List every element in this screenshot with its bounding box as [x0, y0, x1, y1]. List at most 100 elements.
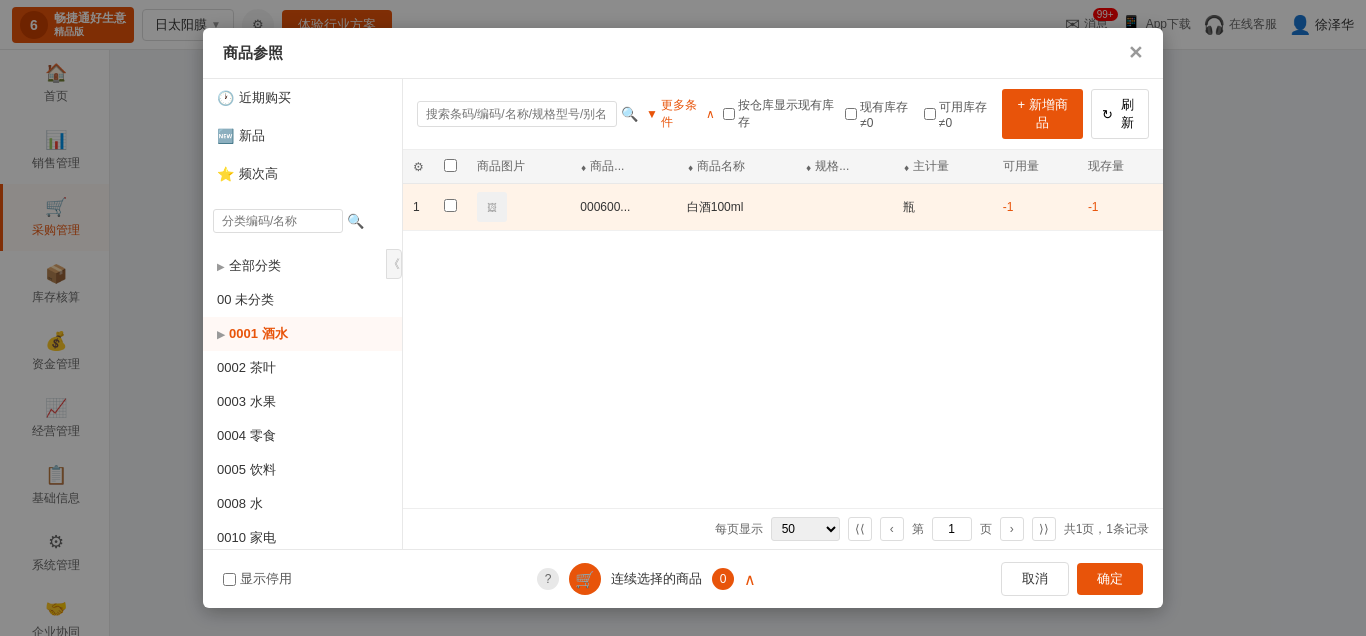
selected-count-badge: 0: [712, 568, 734, 590]
product-reference-modal: 商品参照 ✕ 🕐 近期购买 🆕 新品 ⭐ 频次高: [203, 28, 1163, 608]
total-info: 共1页，1条记录: [1064, 521, 1149, 538]
footer-right: 取消 确定: [1001, 562, 1143, 596]
row-checkbox[interactable]: [444, 199, 457, 212]
category-water[interactable]: 0008 水: [203, 487, 402, 521]
star-icon: ⭐: [217, 166, 233, 182]
category-search-row: 🔍: [203, 201, 402, 241]
chevron-up-icon: ∧: [706, 107, 715, 121]
cell-name: 白酒100ml: [677, 184, 796, 231]
collapse-left-panel-button[interactable]: 《: [386, 249, 402, 279]
th-spec[interactable]: ⬧ 规格...: [795, 150, 892, 184]
cell-code: 000600...: [570, 184, 676, 231]
cell-stock: -1: [1078, 184, 1163, 231]
nav-recent-purchase[interactable]: 🕐 近期购买: [203, 79, 402, 117]
funnel-icon: ▼: [646, 107, 658, 121]
th-checkbox[interactable]: [434, 150, 467, 184]
column-settings-icon[interactable]: ⚙: [413, 160, 424, 174]
cancel-button[interactable]: 取消: [1001, 562, 1069, 596]
prev-page-button[interactable]: ‹: [880, 517, 904, 541]
modal-close-button[interactable]: ✕: [1128, 42, 1143, 64]
show-disabled-checkbox[interactable]: [223, 573, 236, 586]
th-image: 商品图片: [467, 150, 570, 184]
category-tea[interactable]: 0002 茶叶: [203, 351, 402, 385]
help-icon-button[interactable]: ?: [537, 568, 559, 590]
refresh-icon: ↻: [1102, 107, 1113, 122]
footer-left: 显示停用: [223, 570, 292, 588]
product-table-container: ⚙ 商品图片: [403, 150, 1163, 508]
confirm-button[interactable]: 确定: [1077, 563, 1143, 595]
category-search-input[interactable]: [213, 209, 343, 233]
product-search-input[interactable]: [417, 101, 617, 127]
arrow-active-icon: ▶: [217, 329, 225, 340]
table-header-row: ⚙ 商品图片: [403, 150, 1163, 184]
footer-center: ? 🛒 连续选择的商品 0 ∧: [302, 563, 991, 595]
modal-body: 🕐 近期购买 🆕 新品 ⭐ 频次高 🔍: [203, 79, 1163, 549]
image-placeholder-icon: 🖼: [487, 202, 497, 213]
last-page-button[interactable]: ⟩⟩: [1032, 517, 1056, 541]
cell-num: 1: [403, 184, 434, 231]
sort-icon-spec: ⬧: [805, 160, 812, 174]
category-snack[interactable]: 0004 零食: [203, 419, 402, 453]
warehouse-stock-checkbox[interactable]: [723, 108, 735, 120]
category-beverage[interactable]: 0005 饮料: [203, 453, 402, 487]
th-settings[interactable]: ⚙: [403, 150, 434, 184]
select-all-checkbox[interactable]: [444, 159, 457, 172]
cell-available: -1: [993, 184, 1078, 231]
modal-header: 商品参照 ✕: [203, 28, 1163, 79]
modal-right-panel: 🔍 ▼ 更多条件 ∧ 按仓库显示现有库存 现有库存≠0: [403, 79, 1163, 549]
modal-overlay: 商品参照 ✕ 🕐 近期购买 🆕 新品 ⭐ 频次高: [0, 0, 1366, 636]
page-suffix: 页: [980, 521, 992, 538]
next-page-button[interactable]: ›: [1000, 517, 1024, 541]
per-page-select[interactable]: 50 20 100: [771, 517, 840, 541]
th-available: 可用量: [993, 150, 1078, 184]
th-name[interactable]: ⬧ 商品名称: [677, 150, 796, 184]
filter-search-icon[interactable]: 🔍: [621, 106, 638, 122]
category-search-icon[interactable]: 🔍: [347, 213, 364, 229]
arrow-right-icon: ▶: [217, 261, 225, 272]
category-liquor[interactable]: ▶ 0001 酒水: [203, 317, 402, 351]
modal-title: 商品参照: [223, 44, 283, 63]
action-buttons: + 新增商品 ↻ 刷新: [1002, 89, 1149, 139]
current-stock-nonzero-checkbox-label[interactable]: 现有库存≠0: [845, 99, 916, 130]
th-unit[interactable]: ⬧ 主计量: [893, 150, 993, 184]
warehouse-stock-checkbox-label[interactable]: 按仓库显示现有库存: [723, 97, 837, 131]
sort-icon-unit: ⬧: [903, 160, 910, 174]
available-stock-nonzero-checkbox-label[interactable]: 可用库存≠0: [924, 99, 995, 130]
sort-icon-code: ⬧: [580, 160, 587, 174]
page-number-input[interactable]: [932, 517, 972, 541]
collapse-footer-icon[interactable]: ∧: [744, 570, 756, 589]
th-code[interactable]: ⬧ 商品...: [570, 150, 676, 184]
category-appliance[interactable]: 0010 家电: [203, 521, 402, 549]
first-page-button[interactable]: ⟨⟨: [848, 517, 872, 541]
sort-icon-name: ⬧: [687, 160, 694, 174]
more-filter-button[interactable]: ▼ 更多条件 ∧: [646, 97, 715, 131]
table-row[interactable]: 1 🖼 000600... 白酒100ml: [403, 184, 1163, 231]
add-product-button[interactable]: + 新增商品: [1002, 89, 1082, 139]
product-thumbnail: 🖼: [477, 192, 507, 222]
cell-unit: 瓶: [893, 184, 993, 231]
clock-icon: 🕐: [217, 90, 233, 106]
category-all[interactable]: ▶ 全部分类: [203, 249, 402, 283]
cart-button[interactable]: 🛒: [569, 563, 601, 595]
category-uncategorized[interactable]: 00 未分类: [203, 283, 402, 317]
modal-left-panel: 🕐 近期购买 🆕 新品 ⭐ 频次高 🔍: [203, 79, 403, 549]
available-stock-nonzero-checkbox[interactable]: [924, 108, 936, 120]
show-disabled-label[interactable]: 显示停用: [223, 570, 292, 588]
cell-image: 🖼: [467, 184, 570, 231]
current-stock-nonzero-checkbox[interactable]: [845, 108, 857, 120]
category-fruit[interactable]: 0003 水果: [203, 385, 402, 419]
per-page-label: 每页显示: [715, 521, 763, 538]
product-table: ⚙ 商品图片: [403, 150, 1163, 231]
new-icon: 🆕: [217, 128, 233, 144]
th-stock: 现存量: [1078, 150, 1163, 184]
pagination-bar: 每页显示 50 20 100 ⟨⟨ ‹ 第 页 › ⟩⟩ 共1页，1条记录: [403, 508, 1163, 549]
nav-new-products[interactable]: 🆕 新品: [203, 117, 402, 155]
refresh-button[interactable]: ↻ 刷新: [1091, 89, 1149, 139]
cell-spec: [795, 184, 892, 231]
filter-bar: 🔍 ▼ 更多条件 ∧ 按仓库显示现有库存 现有库存≠0: [403, 79, 1163, 150]
continuous-select-label: 连续选择的商品: [611, 570, 702, 588]
nav-high-frequency[interactable]: ⭐ 频次高: [203, 155, 402, 193]
cell-checkbox[interactable]: [434, 184, 467, 231]
filter-search-area: 🔍: [417, 101, 638, 127]
page-label: 第: [912, 521, 924, 538]
